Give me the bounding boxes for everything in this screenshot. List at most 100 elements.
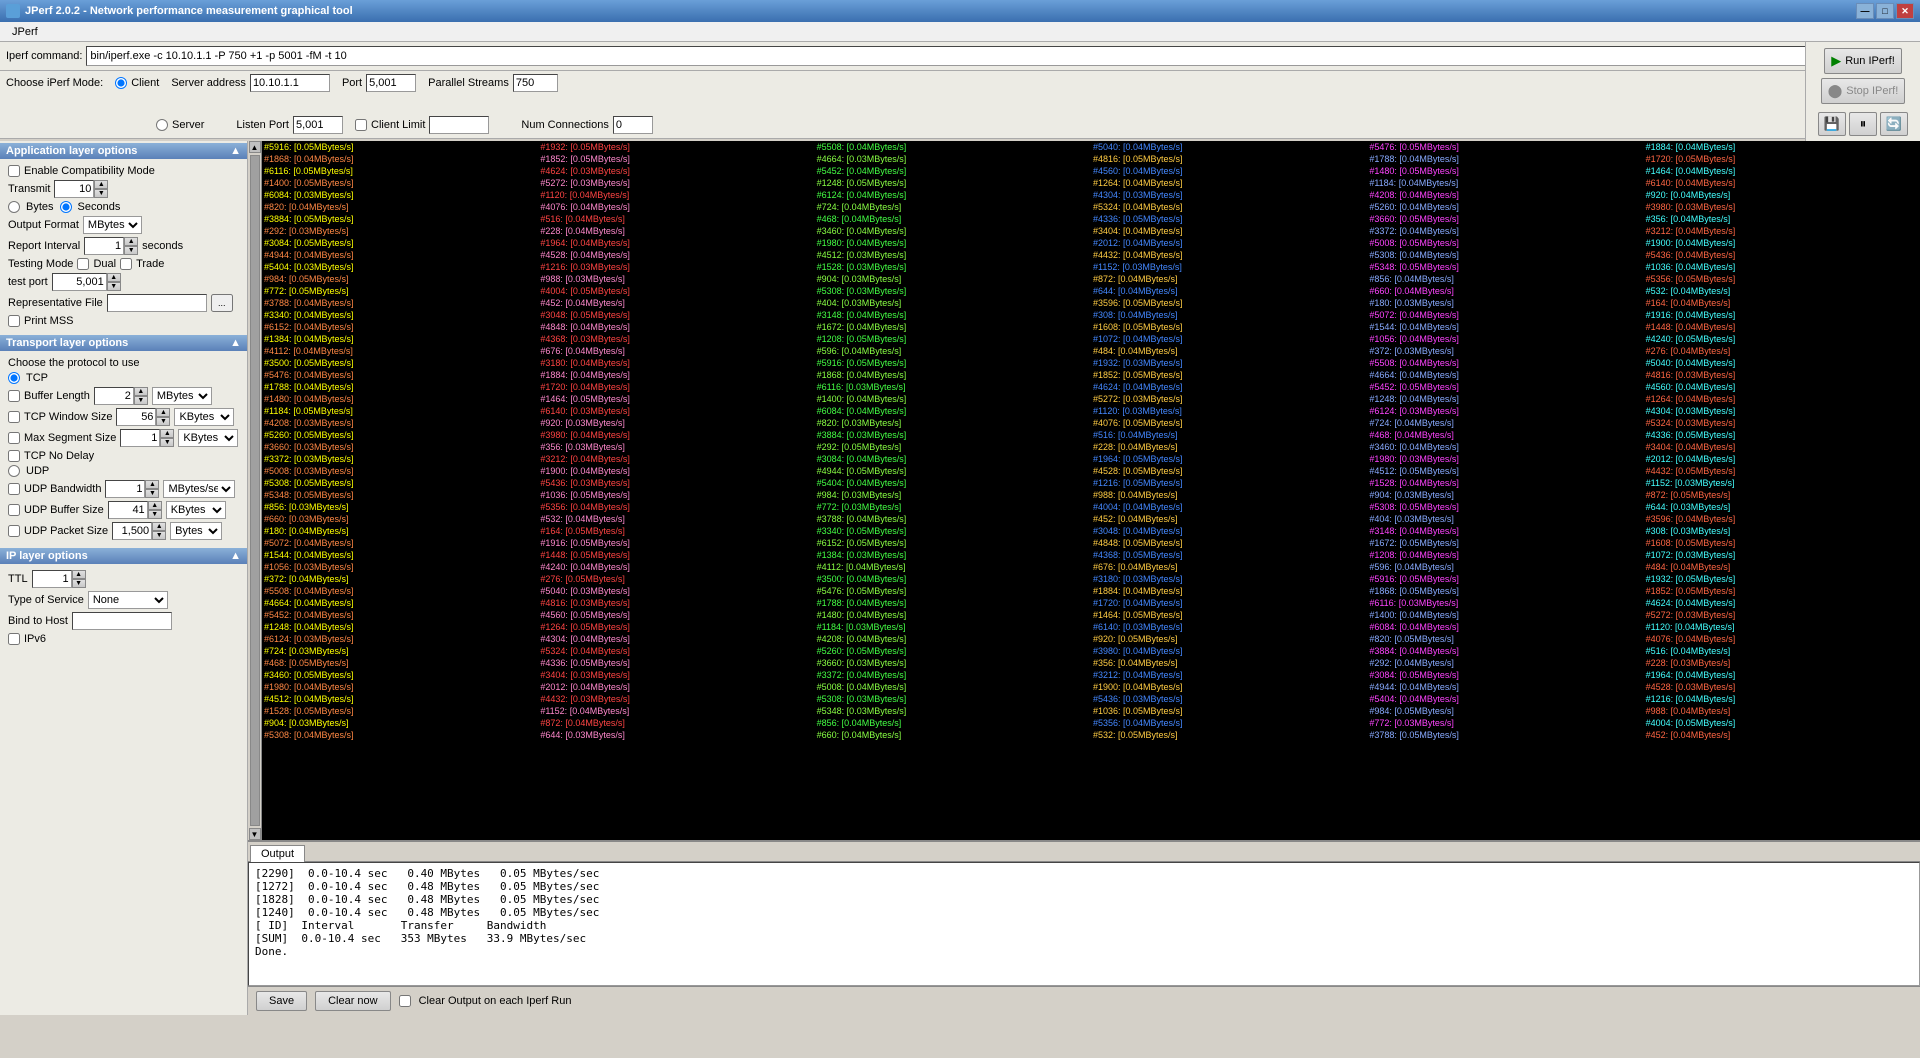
udp-packet-input[interactable] (112, 522, 152, 540)
list-item: #4560: [0.05MBytes/s] (538, 609, 814, 621)
ttl-down[interactable]: ▼ (72, 579, 86, 588)
scroll-thumb[interactable] (250, 155, 260, 826)
tcp-window-unit-select[interactable]: KBytes MBytes (174, 408, 234, 426)
client-limit-input[interactable] (429, 116, 489, 134)
udp-pkt-down[interactable]: ▼ (152, 531, 166, 540)
bind-host-input[interactable] (72, 612, 172, 630)
tcp-radio[interactable] (8, 372, 20, 384)
num-connections-input[interactable] (613, 116, 653, 134)
udp-bw-down[interactable]: ▼ (145, 489, 159, 498)
list-item: #676: [0.04MBytes/s] (538, 345, 814, 357)
ipv6-checkbox[interactable] (8, 633, 20, 645)
save-button[interactable]: Save (256, 991, 307, 1011)
ttl-input[interactable] (32, 570, 72, 588)
transport-layer-content: Choose the protocol to use TCP Buffer Le… (0, 353, 247, 544)
test-port-down[interactable]: ▼ (107, 282, 121, 291)
clear-each-checkbox[interactable] (399, 995, 411, 1007)
udp-buffer-unit-select[interactable]: KBytes MBytes (166, 501, 226, 519)
udp-buffer-input[interactable] (108, 501, 148, 519)
udp-bandwidth-checkbox[interactable] (8, 483, 20, 495)
tcp-window-input[interactable] (116, 408, 156, 426)
ttl-up[interactable]: ▲ (72, 570, 86, 579)
udp-packet-checkbox[interactable] (8, 525, 20, 537)
refresh-icon-button[interactable]: 🔄 (1880, 112, 1908, 136)
close-button[interactable]: ✕ (1896, 3, 1914, 19)
print-mss-checkbox[interactable] (8, 315, 20, 327)
buffer-up[interactable]: ▲ (134, 387, 148, 396)
list-item: #3404: [0.03MBytes/s] (538, 669, 814, 681)
menu-jperf[interactable]: JPerf (4, 24, 46, 40)
udp-radio[interactable] (8, 465, 20, 477)
server-radio[interactable] (156, 119, 168, 131)
clear-now-button[interactable]: Clear now (315, 991, 391, 1011)
list-item: #1964: [0.04MBytes/s] (538, 237, 814, 249)
maximize-button[interactable]: □ (1876, 3, 1894, 19)
list-item: #1120: [0.03MBytes/s] (1091, 405, 1367, 417)
max-seg-unit-select[interactable]: KBytes (178, 429, 238, 447)
pause-icon-button[interactable]: ⏸ (1849, 112, 1877, 136)
transmit-input[interactable] (54, 180, 94, 198)
udp-buf-down[interactable]: ▼ (148, 510, 162, 519)
client-radio[interactable] (115, 77, 127, 89)
parallel-input[interactable] (513, 74, 558, 92)
listen-port-input[interactable] (293, 116, 343, 134)
list-item: #1900: [0.04MBytes/s] (538, 465, 814, 477)
server-address-input[interactable] (250, 74, 330, 92)
report-down[interactable]: ▼ (124, 246, 138, 255)
tos-select[interactable]: None Low Cost Reliability Throughput Low… (88, 591, 168, 609)
udp-packet-unit-select[interactable]: Bytes (170, 522, 222, 540)
transport-layer-header[interactable]: Transport layer options ▲ (0, 335, 247, 351)
max-seg-up[interactable]: ▲ (160, 429, 174, 438)
viz-scrollbar[interactable]: ▲ ▼ (248, 141, 262, 840)
bytes-radio[interactable] (8, 201, 20, 213)
max-seg-input[interactable] (120, 429, 160, 447)
udp-bandwidth-input[interactable] (105, 480, 145, 498)
save-icon-button[interactable]: 💾 (1818, 112, 1846, 136)
stop-iperf-button[interactable]: ⬤ Stop IPerf! (1821, 78, 1906, 104)
port-input[interactable] (366, 74, 416, 92)
buffer-length-input[interactable] (94, 387, 134, 405)
enable-compat-checkbox[interactable] (8, 165, 20, 177)
scroll-up-button[interactable]: ▲ (249, 141, 261, 153)
transmit-down[interactable]: ▼ (94, 189, 108, 198)
app-layer-header[interactable]: Application layer options ▲ (0, 143, 247, 159)
tcp-window-down[interactable]: ▼ (156, 417, 170, 426)
udp-buffer-checkbox[interactable] (8, 504, 20, 516)
buffer-length-checkbox[interactable] (8, 390, 20, 402)
list-item: #3500: [0.05MBytes/s] (262, 357, 538, 369)
report-up[interactable]: ▲ (124, 237, 138, 246)
run-iperf-button[interactable]: ▶ Run IPerf! (1824, 48, 1902, 74)
buffer-down[interactable]: ▼ (134, 396, 148, 405)
test-port-input[interactable] (52, 273, 107, 291)
output-tab-button[interactable]: Output (250, 845, 305, 862)
dual-checkbox[interactable] (77, 258, 89, 270)
iperf-command-input[interactable] (86, 46, 1914, 66)
minimize-button[interactable]: — (1856, 3, 1874, 19)
iperf-command-label: Iperf command: (6, 50, 82, 62)
buffer-unit-select[interactable]: MBytes KBytes (152, 387, 212, 405)
num-connections-group: Num Connections (521, 116, 652, 134)
seconds-radio[interactable] (60, 201, 72, 213)
output-format-select[interactable]: MBytes KBytes Bits (83, 216, 142, 234)
tcp-window-checkbox[interactable] (8, 411, 20, 423)
tcp-window-up[interactable]: ▲ (156, 408, 170, 417)
list-item: #4336: [0.05MBytes/s] (538, 657, 814, 669)
list-item: #308: [0.04MBytes/s] (1091, 309, 1367, 321)
max-seg-down[interactable]: ▼ (160, 438, 174, 447)
udp-pkt-up[interactable]: ▲ (152, 522, 166, 531)
udp-bw-unit-select[interactable]: MBytes/sec KBytes/sec (163, 480, 235, 498)
list-item: #1072: [0.03MBytes/s] (1644, 549, 1920, 561)
rep-file-browse-button[interactable]: ... (211, 294, 233, 312)
tcp-no-delay-checkbox[interactable] (8, 450, 20, 462)
scroll-down-button[interactable]: ▼ (249, 828, 261, 840)
ip-layer-header[interactable]: IP layer options ▲ (0, 548, 247, 564)
udp-bw-up[interactable]: ▲ (145, 480, 159, 489)
rep-file-input[interactable] (107, 294, 207, 312)
client-limit-checkbox[interactable] (355, 119, 367, 131)
transmit-up[interactable]: ▲ (94, 180, 108, 189)
udp-buf-up[interactable]: ▲ (148, 501, 162, 510)
report-interval-input[interactable] (84, 237, 124, 255)
test-port-up[interactable]: ▲ (107, 273, 121, 282)
max-seg-checkbox[interactable] (8, 432, 20, 444)
trade-checkbox[interactable] (120, 258, 132, 270)
